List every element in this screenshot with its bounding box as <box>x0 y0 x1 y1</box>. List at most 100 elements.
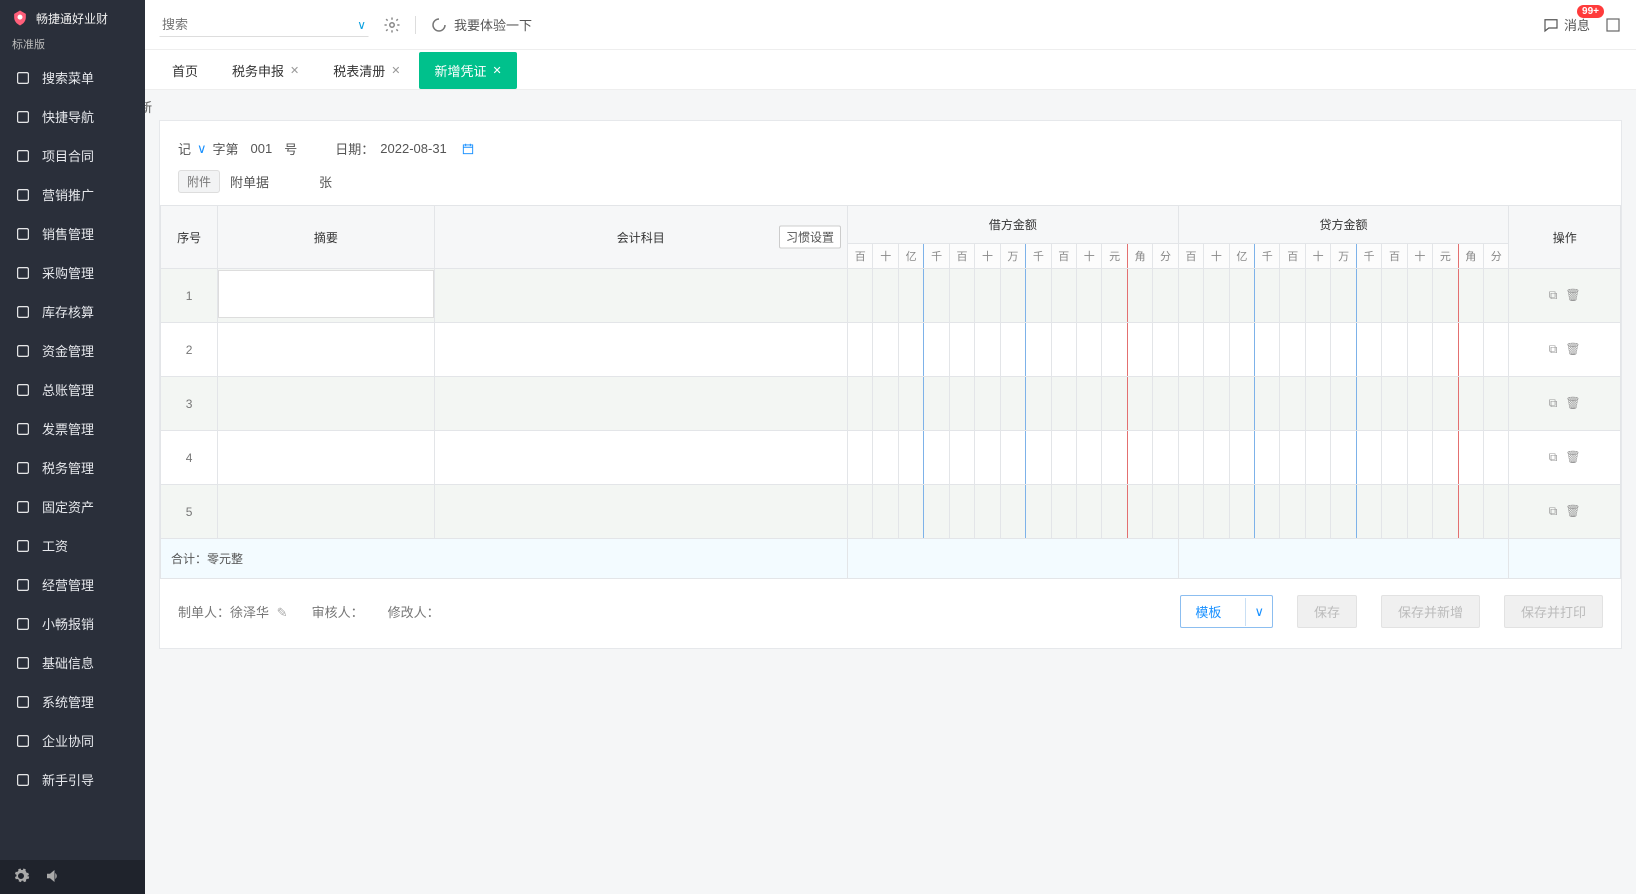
subject-cell[interactable] <box>434 431 848 485</box>
calendar-icon[interactable] <box>461 142 475 156</box>
amt-cell[interactable] <box>1076 269 1101 323</box>
amt-cell[interactable] <box>1127 485 1152 539</box>
tab-1[interactable]: 税务申报✕ <box>217 52 314 89</box>
amt-cell[interactable] <box>1000 269 1025 323</box>
tab-3[interactable]: 新增凭证✕ <box>419 52 516 89</box>
amt-cell[interactable] <box>1127 431 1152 485</box>
amt-cell[interactable] <box>949 269 974 323</box>
add-row-icon[interactable]: ⧉ <box>1549 504 1558 519</box>
amt-cell[interactable] <box>873 269 898 323</box>
amt-cell[interactable] <box>1458 323 1483 377</box>
amt-cell[interactable] <box>1433 431 1458 485</box>
sound-icon[interactable] <box>44 867 64 887</box>
amt-cell[interactable] <box>1153 323 1178 377</box>
amt-cell[interactable] <box>1356 269 1381 323</box>
amt-cell[interactable] <box>1076 485 1101 539</box>
amt-cell[interactable] <box>1051 323 1076 377</box>
amt-cell[interactable] <box>949 431 974 485</box>
amt-cell[interactable] <box>1382 377 1407 431</box>
amt-cell[interactable] <box>1026 431 1051 485</box>
subject-cell[interactable] <box>434 269 848 323</box>
amt-cell[interactable] <box>1000 323 1025 377</box>
amt-cell[interactable] <box>924 431 949 485</box>
amt-cell[interactable] <box>1305 323 1330 377</box>
add-row-icon[interactable]: ⧉ <box>1549 396 1558 411</box>
amt-cell[interactable] <box>1102 377 1127 431</box>
amt-cell[interactable] <box>975 485 1000 539</box>
sidebar-item-17[interactable]: 企业协同 <box>0 721 145 760</box>
amt-cell[interactable] <box>848 323 873 377</box>
amt-cell[interactable] <box>1204 377 1229 431</box>
gear-icon[interactable] <box>12 867 32 887</box>
settings-icon[interactable] <box>383 16 401 34</box>
amt-cell[interactable] <box>1331 485 1356 539</box>
sidebar-item-4[interactable]: 销售管理 <box>0 214 145 253</box>
amt-cell[interactable] <box>1483 377 1508 431</box>
amt-cell[interactable] <box>898 323 923 377</box>
amt-cell[interactable] <box>848 431 873 485</box>
amt-cell[interactable] <box>848 485 873 539</box>
amt-cell[interactable] <box>1051 269 1076 323</box>
amt-cell[interactable] <box>1000 431 1025 485</box>
amt-cell[interactable] <box>1305 485 1330 539</box>
amt-cell[interactable] <box>1153 377 1178 431</box>
refresh-button[interactable]: 刷新 <box>145 97 152 116</box>
amt-cell[interactable] <box>1382 485 1407 539</box>
amt-cell[interactable] <box>1102 323 1127 377</box>
amt-cell[interactable] <box>1026 485 1051 539</box>
sidebar-item-8[interactable]: 总账管理 <box>0 370 145 409</box>
amt-cell[interactable] <box>1458 377 1483 431</box>
amt-cell[interactable] <box>1356 485 1381 539</box>
amt-cell[interactable] <box>873 431 898 485</box>
sidebar-item-6[interactable]: 库存核算 <box>0 292 145 331</box>
amt-cell[interactable] <box>1407 485 1432 539</box>
amt-cell[interactable] <box>1255 431 1280 485</box>
amt-cell[interactable] <box>1407 377 1432 431</box>
amt-cell[interactable] <box>949 485 974 539</box>
amt-cell[interactable] <box>975 431 1000 485</box>
amt-cell[interactable] <box>1407 431 1432 485</box>
amt-cell[interactable] <box>1076 377 1101 431</box>
sidebar-item-18[interactable]: 新手引导 <box>0 760 145 799</box>
amt-cell[interactable] <box>1229 323 1254 377</box>
amt-cell[interactable] <box>1331 431 1356 485</box>
tab-2[interactable]: 税表清册✕ <box>318 52 415 89</box>
amt-cell[interactable] <box>1229 431 1254 485</box>
amt-cell[interactable] <box>924 377 949 431</box>
close-icon[interactable]: ✕ <box>493 64 502 77</box>
amt-cell[interactable] <box>1051 431 1076 485</box>
amt-cell[interactable] <box>1407 323 1432 377</box>
amt-cell[interactable] <box>1433 269 1458 323</box>
amt-cell[interactable] <box>1331 269 1356 323</box>
sidebar-item-2[interactable]: 项目合同 <box>0 136 145 175</box>
amt-cell[interactable] <box>1127 323 1152 377</box>
amt-cell[interactable] <box>1255 323 1280 377</box>
amt-cell[interactable] <box>1000 377 1025 431</box>
amt-cell[interactable] <box>1305 431 1330 485</box>
amt-cell[interactable] <box>949 323 974 377</box>
sidebar-item-5[interactable]: 采购管理 <box>0 253 145 292</box>
amt-cell[interactable] <box>873 323 898 377</box>
amt-cell[interactable] <box>1382 269 1407 323</box>
amt-cell[interactable] <box>1280 431 1305 485</box>
amt-cell[interactable] <box>1229 485 1254 539</box>
sidebar-item-3[interactable]: 营销推广 <box>0 175 145 214</box>
amt-cell[interactable] <box>1204 431 1229 485</box>
sidebar-item-12[interactable]: 工资 <box>0 526 145 565</box>
amt-cell[interactable] <box>873 485 898 539</box>
amt-cell[interactable] <box>1178 485 1203 539</box>
delete-row-icon[interactable]: 🗑 <box>1565 342 1580 357</box>
amt-cell[interactable] <box>1229 377 1254 431</box>
delete-row-icon[interactable]: 🗑 <box>1565 504 1580 519</box>
voucher-type[interactable]: 记 <box>178 139 191 158</box>
amt-cell[interactable] <box>1051 377 1076 431</box>
sidebar-item-7[interactable]: 资金管理 <box>0 331 145 370</box>
chevron-down-icon[interactable]: ∨ <box>197 141 207 157</box>
date-value[interactable]: 2022-08-31 <box>380 141 447 156</box>
amt-cell[interactable] <box>1433 377 1458 431</box>
amt-cell[interactable] <box>1331 323 1356 377</box>
subject-cell[interactable] <box>434 323 848 377</box>
amt-cell[interactable] <box>1026 323 1051 377</box>
amt-cell[interactable] <box>1178 269 1203 323</box>
tab-0[interactable]: 首页 <box>157 52 213 89</box>
